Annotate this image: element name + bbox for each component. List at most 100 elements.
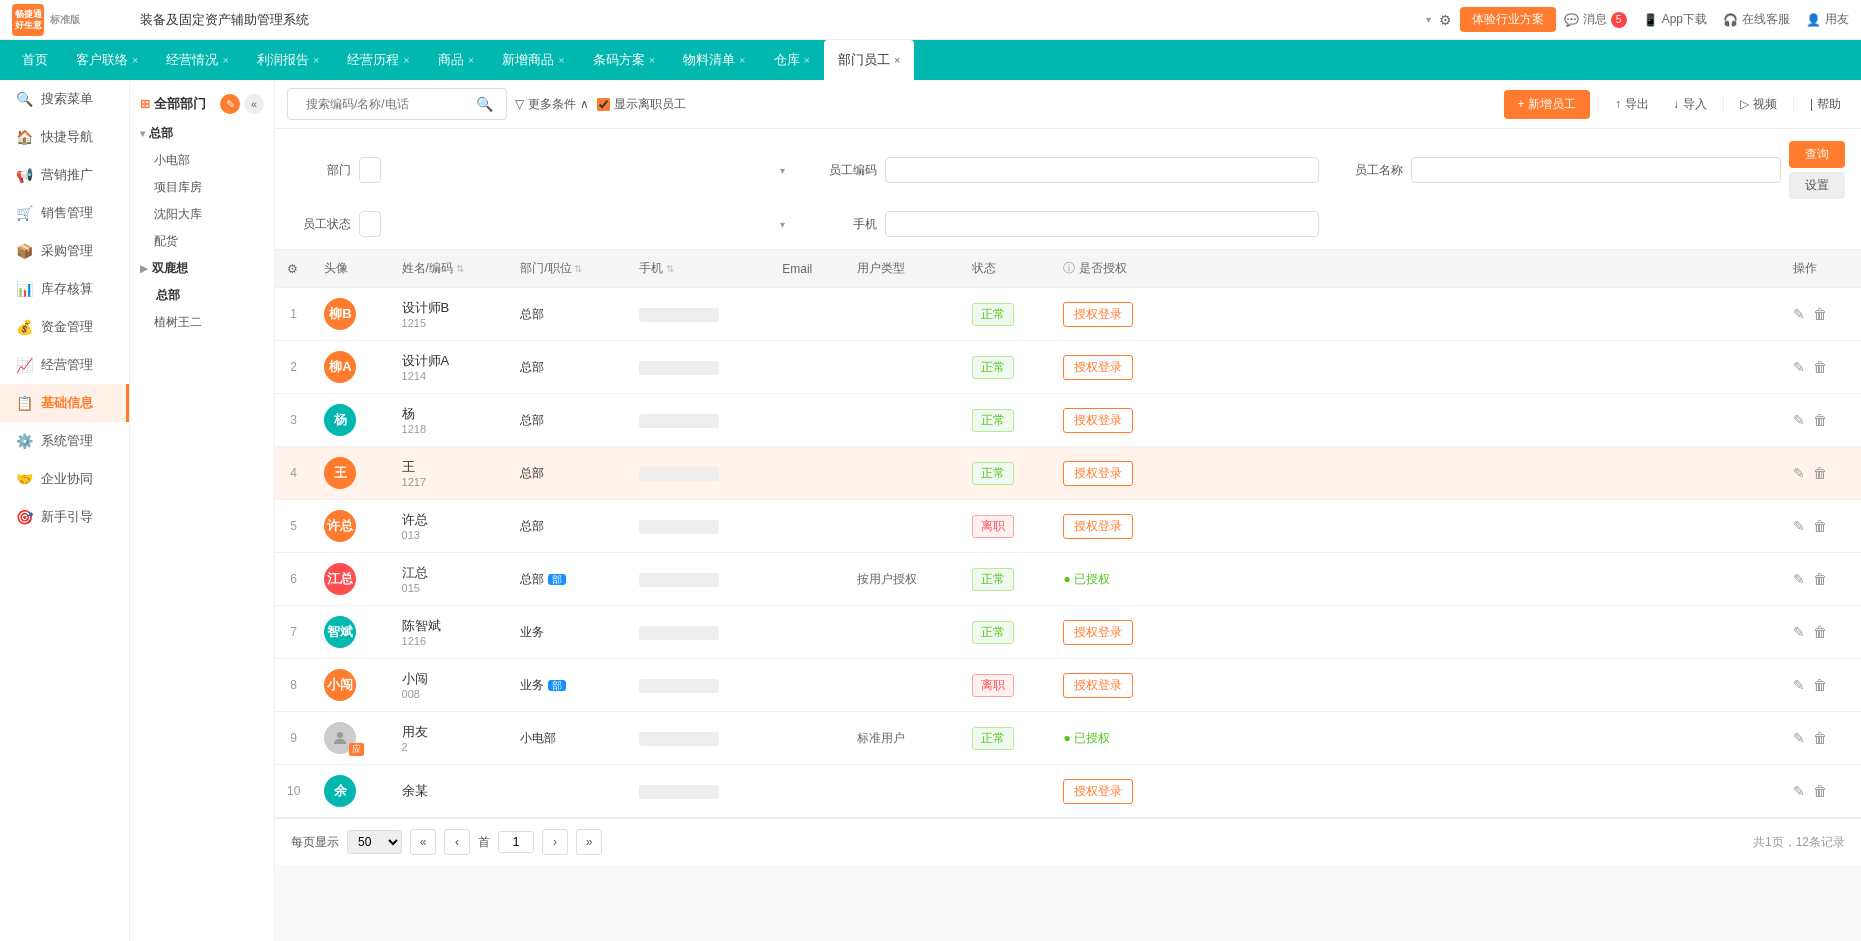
sidebar-item-sales[interactable]: 🛒 销售管理 xyxy=(0,194,129,232)
auth-button[interactable]: 授权登录 xyxy=(1063,779,1133,804)
sidebar-item-finance[interactable]: 💰 资金管理 xyxy=(0,308,129,346)
edit-button[interactable]: ✎ xyxy=(1793,359,1805,375)
sidebar-item-system[interactable]: ⚙️ 系统管理 xyxy=(0,422,129,460)
search-input[interactable] xyxy=(296,92,476,116)
tab-new-goods-close[interactable]: × xyxy=(558,54,564,66)
tab-warehouse[interactable]: 仓库 × xyxy=(760,40,824,80)
tab-customer-close[interactable]: × xyxy=(132,54,138,66)
delete-button[interactable]: 🗑 xyxy=(1813,465,1827,481)
tree-item-distribution[interactable]: 配货 xyxy=(130,228,274,255)
query-button[interactable]: 查询 xyxy=(1789,141,1845,168)
tree-item-plant-king[interactable]: 植树王二 xyxy=(130,309,274,336)
dept-collapse-button[interactable]: « xyxy=(244,94,264,114)
tab-operation[interactable]: 经营情况 × xyxy=(152,40,242,80)
sidebar-item-collab[interactable]: 🤝 企业协同 xyxy=(0,460,129,498)
tab-profit[interactable]: 利润报告 × xyxy=(243,40,333,80)
auth-button[interactable]: 授权登录 xyxy=(1063,302,1133,327)
edit-button[interactable]: ✎ xyxy=(1793,624,1805,640)
tab-customer[interactable]: 客户联络 × xyxy=(62,40,152,80)
tab-home[interactable]: 首页 xyxy=(8,40,62,80)
tab-bom-close[interactable]: × xyxy=(739,54,745,66)
delete-button[interactable]: 🗑 xyxy=(1813,412,1827,428)
last-page-button[interactable]: » xyxy=(576,829,602,855)
trial-button[interactable]: 体验行业方案 xyxy=(1460,7,1556,32)
dept-select[interactable] xyxy=(359,157,381,183)
delete-button[interactable]: 🗑 xyxy=(1813,518,1827,534)
online-service-button[interactable]: 🎧 在线客服 xyxy=(1723,11,1790,28)
delete-button[interactable]: 🗑 xyxy=(1813,730,1827,746)
delete-button[interactable]: 🗑 xyxy=(1813,624,1827,640)
col-phone[interactable]: 手机 xyxy=(627,250,770,288)
edit-button[interactable]: ✎ xyxy=(1793,412,1805,428)
empstatus-select[interactable] xyxy=(359,211,381,237)
export-button[interactable]: ↑ 导出 xyxy=(1607,92,1657,117)
col-settings[interactable]: ⚙ xyxy=(275,250,312,288)
sidebar-item-purchase[interactable]: 📦 采购管理 xyxy=(0,232,129,270)
auth-button[interactable]: 授权登录 xyxy=(1063,461,1133,486)
tab-employees-close[interactable]: × xyxy=(894,54,900,66)
tab-employees[interactable]: 部门员工 × xyxy=(824,40,914,80)
sidebar-item-search[interactable]: 🔍 搜索菜单 xyxy=(0,80,129,118)
sidebar-item-basic[interactable]: 📋 基础信息 xyxy=(0,384,129,422)
delete-button[interactable]: 🗑 xyxy=(1813,783,1827,799)
app-download-button[interactable]: 📱 App下载 xyxy=(1643,11,1707,28)
more-filters-button[interactable]: ▽ 更多条件 ∧ xyxy=(515,96,589,113)
edit-button[interactable]: ✎ xyxy=(1793,730,1805,746)
tab-goods[interactable]: 商品 × xyxy=(424,40,488,80)
tree-item-shenyang[interactable]: 沈阳大库 xyxy=(130,201,274,228)
tab-operation-close[interactable]: × xyxy=(222,54,228,66)
sidebar-item-marketing[interactable]: 📢 营销推广 xyxy=(0,156,129,194)
next-page-button[interactable]: › xyxy=(542,829,568,855)
edit-button[interactable]: ✎ xyxy=(1793,465,1805,481)
tab-new-goods[interactable]: 新增商品 × xyxy=(488,40,578,80)
auth-button[interactable]: 授权登录 xyxy=(1063,408,1133,433)
empname-filter-input[interactable] xyxy=(1411,157,1781,183)
delete-button[interactable]: 🗑 xyxy=(1813,677,1827,693)
tree-item-project-storage[interactable]: 项目库房 xyxy=(130,174,274,201)
delete-button[interactable]: 🗑 xyxy=(1813,359,1827,375)
auth-button[interactable]: 授权登录 xyxy=(1063,355,1133,380)
tree-item-headquarter[interactable]: ▾ 总部 xyxy=(130,120,274,147)
user-button[interactable]: 👤 用友 xyxy=(1806,11,1849,28)
auth-button[interactable]: 授权登录 xyxy=(1063,514,1133,539)
auth-button[interactable]: 授权登录 xyxy=(1063,673,1133,698)
sidebar-item-guide[interactable]: 🎯 新手引导 xyxy=(0,498,129,536)
tree-item-hq2[interactable]: 总部 xyxy=(130,282,274,309)
add-employee-button[interactable]: + 新增员工 xyxy=(1504,90,1590,119)
show-resigned-checkbox[interactable]: 显示离职员工 xyxy=(597,96,686,113)
sidebar-item-shortcut[interactable]: 🏠 快捷导航 xyxy=(0,118,129,156)
tab-warehouse-close[interactable]: × xyxy=(804,54,810,66)
first-page-button[interactable]: « xyxy=(410,829,436,855)
search-button[interactable]: 🔍 xyxy=(476,96,493,112)
per-page-select[interactable]: 50 20 100 xyxy=(347,830,402,854)
tab-goods-close[interactable]: × xyxy=(468,54,474,66)
video-button[interactable]: ▷ 视频 xyxy=(1732,92,1785,117)
empcode-filter-input[interactable] xyxy=(885,157,1319,183)
tab-bom[interactable]: 物料清单 × xyxy=(669,40,759,80)
edit-button[interactable]: ✎ xyxy=(1793,677,1805,693)
tab-process-close[interactable]: × xyxy=(403,54,409,66)
system-title-dropdown[interactable]: ▾ xyxy=(1426,14,1431,25)
col-dept-position[interactable]: 部门/职位 xyxy=(508,250,627,288)
tab-barcode[interactable]: 条码方案 × xyxy=(579,40,669,80)
delete-button[interactable]: 🗑 xyxy=(1813,306,1827,322)
page-number-input[interactable] xyxy=(498,831,534,853)
delete-button[interactable]: 🗑 xyxy=(1813,571,1827,587)
tab-profit-close[interactable]: × xyxy=(313,54,319,66)
prev-page-button[interactable]: ‹ xyxy=(444,829,470,855)
import-button[interactable]: ↓ 导入 xyxy=(1665,92,1715,117)
phone-filter-input[interactable] xyxy=(885,211,1319,237)
tree-item-small-elec[interactable]: 小电部 xyxy=(130,147,274,174)
reset-button[interactable]: 设置 xyxy=(1789,172,1845,199)
edit-button[interactable]: ✎ xyxy=(1793,783,1805,799)
col-name-code[interactable]: 姓名/编码 xyxy=(390,250,509,288)
message-button[interactable]: 💬 消息 5 xyxy=(1564,11,1627,28)
tab-barcode-close[interactable]: × xyxy=(649,54,655,66)
auth-button[interactable]: 授权登录 xyxy=(1063,620,1133,645)
edit-button[interactable]: ✎ xyxy=(1793,518,1805,534)
edit-button[interactable]: ✎ xyxy=(1793,571,1805,587)
tab-process[interactable]: 经营历程 × xyxy=(333,40,423,80)
help-button[interactable]: | 帮助 xyxy=(1802,92,1849,117)
edit-button[interactable]: ✎ xyxy=(1793,306,1805,322)
sidebar-item-operation[interactable]: 📈 经营管理 xyxy=(0,346,129,384)
